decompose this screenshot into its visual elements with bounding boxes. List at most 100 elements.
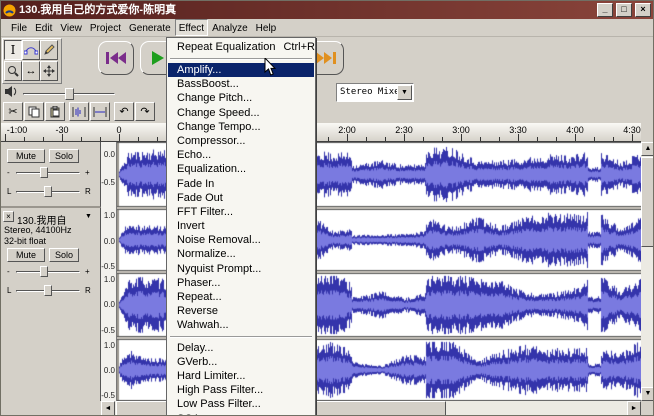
menu-item-fade-in[interactable]: Fade In — [168, 177, 314, 191]
draw-tool-button[interactable] — [40, 40, 58, 60]
zoom-tool-button[interactable] — [4, 61, 22, 81]
vertical-scrollbar[interactable]: ▲ ▼ — [641, 142, 653, 401]
ruler-tick — [499, 137, 500, 141]
envelope-icon — [24, 47, 38, 55]
vertical-scale[interactable]: 0.0 -0.5 1.0 0.0 -0.5 1.0 0.0 -0.5 1.0 0.0 -0.5 — [101, 142, 117, 401]
track1-pan-thumb[interactable] — [44, 186, 52, 197]
menu-item-normalize[interactable]: Normalize... — [168, 247, 314, 261]
menu-item-sc4[interactable]: SC4... — [168, 412, 314, 416]
track2-menu-arrow-icon[interactable]: ▼ — [85, 213, 92, 220]
menu-item-repeat[interactable]: Repeat... — [168, 290, 314, 304]
copy-button[interactable] — [24, 102, 44, 121]
menu-item-phaser[interactable]: Phaser... — [168, 276, 314, 290]
ruler-tick — [62, 134, 63, 141]
menu-generate[interactable]: Generate — [125, 19, 175, 36]
scale-label: 0.0 — [103, 366, 115, 375]
ruler-tick — [81, 137, 82, 141]
menu-bar: File Edit View Project Generate Effect Analyze… — [1, 19, 653, 37]
ruler-tick — [404, 134, 405, 141]
pan-left-label: L — [7, 286, 12, 295]
output-volume-slider[interactable] — [23, 87, 115, 101]
selection-tool-button[interactable]: I — [4, 40, 22, 60]
menu-item-wahwah[interactable]: Wahwah... — [168, 318, 314, 332]
timeline-ruler[interactable]: -1:00 -30 0 2:00 2:30 3:00 3:30 4:00 4:30 — [1, 123, 641, 142]
menu-effect[interactable]: Effect — [174, 19, 209, 36]
trim-button[interactable] — [69, 102, 89, 121]
track1-solo-button[interactable]: Solo — [49, 149, 79, 163]
track1-pan-slider[interactable] — [16, 186, 80, 198]
scale-label: -0.5 — [101, 178, 115, 187]
menu-item-change-tempo[interactable]: Change Tempo... — [168, 120, 314, 134]
paste-button[interactable] — [45, 102, 65, 121]
redo-button[interactable]: ↷ — [135, 102, 155, 121]
menu-item-fade-out[interactable]: Fade Out — [168, 191, 314, 205]
scroll-up-icon[interactable]: ▲ — [641, 142, 653, 156]
menu-project[interactable]: Project — [86, 19, 125, 36]
menu-item-change-speed[interactable]: Change Speed... — [168, 106, 314, 120]
timeshift-tool-button[interactable]: ↔ — [22, 61, 40, 81]
track2-pan-thumb[interactable] — [44, 285, 52, 296]
menu-help[interactable]: Help — [252, 19, 281, 36]
menu-item-low-pass-filter[interactable]: Low Pass Filter... — [168, 397, 314, 411]
track2-control-panel: × 130.我用自 ▼ Stereo, 44100Hz 32-bit float… — [1, 208, 101, 401]
ruler-tick — [613, 137, 614, 141]
cut-button[interactable]: ✂ — [3, 102, 23, 121]
close-button[interactable]: × — [635, 3, 651, 17]
menu-item-repeat-equalization[interactable]: Repeat Equalization Ctrl+R — [168, 40, 315, 55]
menu-analyze[interactable]: Analyze — [208, 19, 252, 36]
menu-item-amplify[interactable]: Amplify... — [168, 63, 314, 78]
slider-groove — [16, 172, 80, 174]
redo-icon: ↷ — [140, 106, 150, 118]
menu-item-equalization[interactable]: Equalization... — [168, 162, 314, 176]
scroll-left-icon[interactable]: ◄ — [101, 401, 115, 415]
menu-edit[interactable]: Edit — [31, 19, 56, 36]
minimize-button[interactable]: _ — [597, 3, 613, 17]
ruler-label: 3:00 — [452, 125, 470, 135]
menu-item-invert[interactable]: Invert — [168, 219, 314, 233]
mixer-source-select[interactable]: Stereo Mixer ▼ — [336, 83, 414, 102]
menu-item-high-pass-filter[interactable]: High Pass Filter... — [168, 383, 314, 397]
scale-label: -0.5 — [101, 391, 115, 400]
menu-item-delay[interactable]: Delay... — [168, 341, 314, 355]
ruler-tick — [385, 137, 386, 141]
dropdown-arrow-icon[interactable]: ▼ — [397, 85, 412, 100]
maximize-button[interactable]: □ — [616, 3, 632, 17]
vertical-scroll-thumb[interactable] — [641, 157, 653, 247]
scroll-right-icon[interactable]: ► — [627, 401, 641, 415]
rewind-button[interactable] — [98, 41, 134, 75]
menu-item-fft-filter[interactable]: FFT Filter... — [168, 205, 314, 219]
track1-gain-thumb[interactable] — [40, 167, 48, 178]
menu-item-reverse[interactable]: Reverse — [168, 304, 314, 318]
track2-sample-info: 32-bit float — [4, 236, 47, 246]
silence-button[interactable] — [90, 102, 110, 121]
ruler-tick — [347, 134, 348, 141]
scale-label: 0.0 — [103, 300, 115, 309]
track2-mute-button[interactable]: Mute — [7, 248, 45, 262]
volume-slider-thumb[interactable] — [65, 88, 74, 100]
envelope-tool-button[interactable] — [22, 40, 40, 60]
menu-item-hard-limiter[interactable]: Hard Limiter... — [168, 369, 314, 383]
scroll-down-icon[interactable]: ▼ — [641, 387, 653, 401]
ruler-tick — [480, 137, 481, 141]
track2-gain-slider[interactable] — [16, 266, 80, 278]
track2-gain-thumb[interactable] — [40, 266, 48, 277]
track1-mute-button[interactable]: Mute — [7, 149, 45, 163]
menu-item-noise-removal[interactable]: Noise Removal... — [168, 233, 314, 247]
multi-tool-button[interactable] — [40, 61, 58, 81]
undo-button[interactable]: ↶ — [114, 102, 134, 121]
track2-solo-button[interactable]: Solo — [49, 248, 79, 262]
track2-format-info: Stereo, 44100Hz — [4, 225, 72, 235]
menu-item-bassboost[interactable]: BassBoost... — [168, 77, 314, 91]
track2-pan-slider[interactable] — [16, 285, 80, 297]
menu-item-gverb[interactable]: GVerb... — [168, 355, 314, 369]
menu-item-echo[interactable]: Echo... — [168, 148, 314, 162]
menu-file[interactable]: File — [7, 19, 31, 36]
ruler-tick — [100, 137, 101, 141]
menu-view[interactable]: View — [56, 19, 86, 36]
menu-item-change-pitch[interactable]: Change Pitch... — [168, 91, 314, 105]
menu-item-nyquist-prompt[interactable]: Nyquist Prompt... — [168, 262, 314, 276]
track2-close-button[interactable]: × — [3, 211, 14, 222]
tools-toolbar: I ↔ — [2, 38, 62, 84]
track1-gain-slider[interactable] — [16, 167, 80, 179]
menu-item-compressor[interactable]: Compressor... — [168, 134, 314, 148]
